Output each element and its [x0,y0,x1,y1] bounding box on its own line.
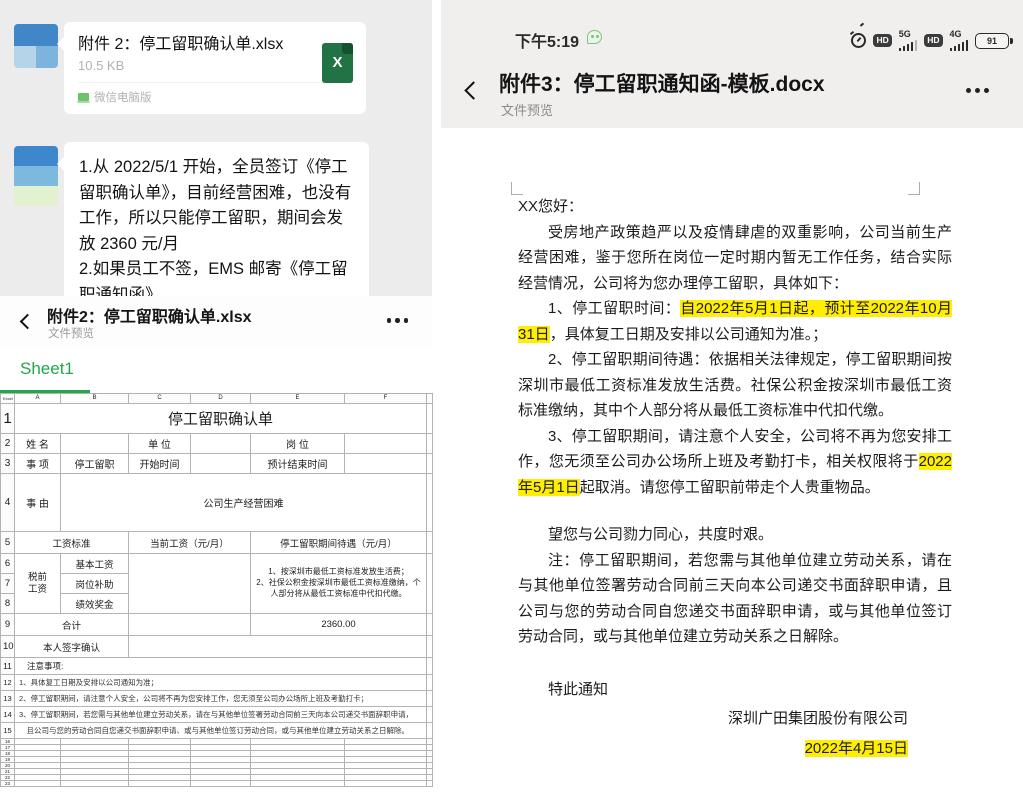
table-row: 2 姓 名 单 位 岗 位 [0,433,433,454]
column-header-row: Excel AB CD EF [0,393,433,404]
table-row: 14 3、停工留职期间，若您需与其他单位建立劳动关系，请在与其他单位签署劳动合同… [0,706,433,723]
hd-badge: HD [924,34,943,47]
doc-paragraph: 2、停工留职期间待遇：依据相关法律规定，停工留职期间按深圳市最低工资标准发放生活… [518,351,952,419]
chat-message-bubble: 1.从 2022/5/1 开始，全员签订《停工留职确认单》，目前经营困难，也没有… [64,142,369,321]
screenshot-pair: 附件 2：停工留职确认单.xlsx 10.5 KB X 微信电脑版 1.从 20… [0,0,1023,800]
table-row: 5 工资标准 当前工资（元/月） 停工留职期间待遇（元/月） [0,531,433,554]
table-row: 10 本人签字确认 [0,635,433,658]
xlsx-preview-header: 附件2：停工留职确认单.xlsx 文件预览 [0,296,432,348]
spreadsheet: Excel AB CD EF 1 停工留职确认单 2 姓 名 单 位 岗 位 3… [0,393,433,787]
doc-paragraph: 1、停工留职时间：自2022年5月1日起，预计至2022年10月31日，具体复工… [518,300,953,343]
table-row: 1 停工留职确认单 [0,403,433,434]
table-row: 4 事 由 公司生产经营困难 [0,473,433,532]
sheet-title: 停工留职确认单 [14,403,427,434]
status-icons: HD 5G HD 4G 91 [851,30,1013,51]
doc-title: 附件3：停工留职通知函-模板.docx [499,73,825,96]
avatar[interactable] [14,146,58,206]
more-icon[interactable] [966,88,989,93]
left-screenshot: 附件 2：停工留职确认单.xlsx 10.5 KB X 微信电脑版 1.从 20… [0,0,433,800]
doc-paragraph: 望您与公司勠力同心，共度时艰。 [548,526,774,543]
right-screenshot: 下午5:19 HD 5G HD 4G 91 附件3：停工留职通知函-模板.doc… [441,0,1023,800]
status-time: 下午5:19 [515,34,580,51]
table-row: 13 2、停工留职期间，请注意个人安全，公司将不再为您安排工作，您无须至公司办公… [0,690,433,707]
back-icon[interactable] [464,81,483,100]
highlighted-text: 2022年4月15日 [804,739,908,757]
preview-title: 附件2：停工留职确认单.xlsx [47,309,252,326]
file-source: 微信电脑版 [77,89,352,105]
table-row: 23 [0,780,433,787]
table-row: 12 1、具体复工日期及安排以公司通知为准； [0,674,433,691]
file-size: 10.5 KB [78,58,125,73]
file-source-label: 微信电脑版 [94,92,152,104]
wechat-chat-area: 附件 2：停工留职确认单.xlsx 10.5 KB X 微信电脑版 1.从 20… [0,0,432,321]
back-icon[interactable] [19,313,36,330]
hd-badge: HD [873,34,892,47]
table-row: 11 注意事项: [0,657,433,675]
more-icon[interactable] [386,318,408,323]
table-row: 15 且公司与您的劳动合同自您递交书面辞职申请、或与其他单位签订劳动合同，或与其… [0,722,433,739]
wechat-desktop-icon [77,93,90,103]
file-attachment-card[interactable]: 附件 2：停工留职确认单.xlsx 10.5 KB X 微信电脑版 [64,22,366,114]
doc-paragraph: 受房地产政策趋严以及疫情肆虐的双重影响，公司当前生产经营困难，鉴于您所在岗位一定… [518,223,952,292]
battery-icon: 91 [975,32,1013,49]
doc-paragraph: XX您好： [518,198,584,215]
wechat-icon [587,30,602,44]
signal-4g-icon: 4G [949,30,968,51]
document-body: XX您好： 受房地产政策趋严以及疫情肆虐的双重影响，公司当前生产经营困难，鉴于您… [518,194,953,762]
preview-subtitle: 文件预览 [48,328,94,340]
message-line: 1.从 2022/5/1 开始，全员签订《停工留职确认单》，目前经营困难，也没有… [79,158,352,253]
excel-file-icon: X [322,43,353,83]
avatar[interactable] [14,24,58,68]
table-row: 9 合计 2360.00 [0,613,433,636]
file-name: 附件 2：停工留职确认单.xlsx [78,36,284,53]
doc-subtitle: 文件预览 [501,103,554,118]
docx-preview-header: 下午5:19 HD 5G HD 4G 91 附件3：停工留职通知函-模板.doc… [441,0,1023,128]
doc-paragraph: 特此通知 [548,680,609,698]
doc-paragraph: 注：停工留职期间，若您需与其他单位建立劳动关系，请在与其他单位签署劳动合同前三天… [518,551,952,646]
doc-date: 2022年4月15日 [518,736,952,762]
sheet-corner: Excel [0,393,15,404]
signal-5g-icon: 5G [898,30,918,51]
divider [78,82,352,83]
tab-sheet1[interactable]: Sheet1 [20,359,74,379]
doc-signature: 深圳广田集团股份有限公司 [727,710,908,727]
total-value: 2360.00 [250,613,427,636]
table-row: 6 税前 工资 基本工资 1、按深圳市最低工资标准发放生活费； 2、社保公积金按… [0,553,433,614]
alarm-icon [851,33,867,48]
doc-paragraph: 3、停工留职期间，请注意个人安全，公司将不再为您安排工作，您无须至公司办公场所上… [518,427,952,496]
table-row: 3 事 项 停工留职 开始时间 预计结束时间 [0,453,433,474]
sheet-tab-bar: Sheet1 [0,348,432,393]
